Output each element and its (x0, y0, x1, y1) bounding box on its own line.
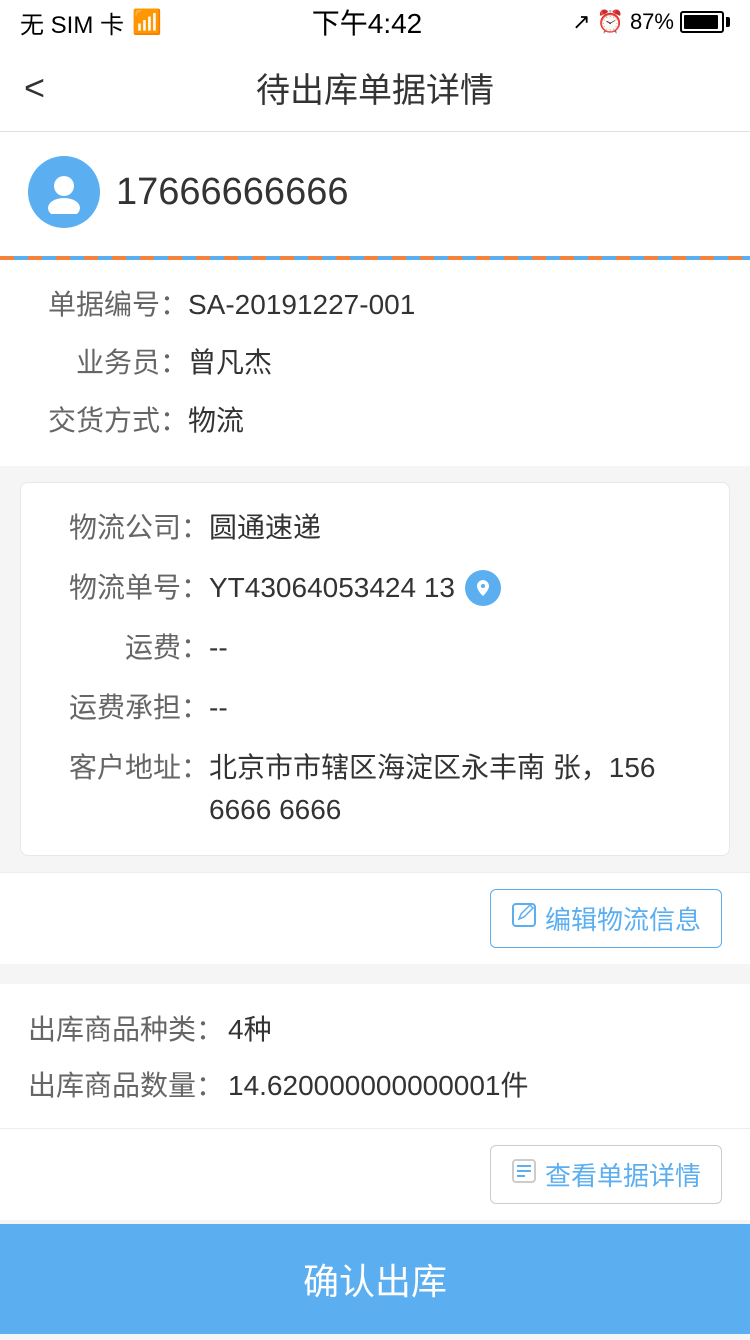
edit-logistics-section: 编辑物流信息 (0, 872, 750, 964)
wifi-icon: 📶 (132, 8, 162, 37)
confirm-button-label: 确认出库 (303, 1253, 447, 1305)
view-detail-section: 查看单据详情 (0, 1128, 750, 1220)
dashed-divider (0, 252, 750, 260)
logistics-company-value: 圆通速递 (209, 507, 701, 549)
freight-value: -- (209, 627, 701, 669)
confirm-bar[interactable]: 确认出库 (0, 1224, 750, 1334)
salesperson-row: 业务员： 曾凡杰 (28, 342, 722, 384)
freight-bear-label: 运费承担： (49, 687, 209, 729)
doc-number-value: SA-20191227-001 (188, 284, 722, 326)
tracking-number-label: 物流单号： (49, 567, 209, 609)
section-divider (0, 964, 750, 984)
logistics-card: 物流公司： 圆通速递 物流单号： YT43064053424 13 运费： --… (20, 482, 730, 856)
main-content: 17666666666 单据编号： SA-20191227-001 业务员： 曾… (0, 132, 750, 1340)
customer-address-value: 北京市市辖区海淀区永丰南 张，156 6666 6666 (209, 747, 701, 831)
battery-percent: 87% (630, 9, 674, 35)
delivery-method-value: 物流 (188, 400, 722, 442)
salesperson-label: 业务员： (28, 342, 188, 384)
nav-bar: < 待出库单据详情 (0, 44, 750, 132)
track-location-icon[interactable] (465, 570, 501, 606)
freight-row: 运费： -- (49, 627, 701, 669)
goods-types-value: 4种 (228, 1008, 272, 1048)
tracking-number-value: YT43064053424 13 (209, 567, 701, 609)
back-button[interactable]: < (24, 67, 45, 109)
customer-section: 17666666666 (0, 132, 750, 252)
view-detail-label: 查看单据详情 (545, 1156, 701, 1193)
document-info-section: 单据编号： SA-20191227-001 业务员： 曾凡杰 交货方式： 物流 (0, 260, 750, 466)
edit-logistics-label: 编辑物流信息 (545, 900, 701, 937)
status-right: ↗ ⏰ 87% (572, 9, 730, 35)
goods-types-row: 出库商品种类： 4种 (28, 1008, 722, 1048)
goods-types-label: 出库商品种类： (28, 1008, 228, 1048)
customer-address-row: 客户地址： 北京市市辖区海淀区永丰南 张，156 6666 6666 (49, 747, 701, 831)
delivery-method-row: 交货方式： 物流 (28, 400, 722, 442)
page-title: 待出库单据详情 (256, 63, 494, 112)
freight-bear-value: -- (209, 687, 701, 729)
customer-address-label: 客户地址： (49, 747, 209, 789)
status-bar: 无 SIM 卡 📶 下午4:42 ↗ ⏰ 87% (0, 0, 750, 44)
list-icon (511, 1158, 537, 1191)
goods-quantity-row: 出库商品数量： 14.620000000000001件 (28, 1064, 722, 1104)
customer-phone: 17666666666 (116, 171, 348, 214)
delivery-method-label: 交货方式： (28, 400, 188, 442)
time-label: 下午4:42 (312, 2, 423, 42)
battery-icon (680, 11, 730, 33)
edit-icon (511, 902, 537, 935)
carrier-label: 无 SIM 卡 (20, 5, 124, 40)
goods-quantity-value: 14.620000000000001件 (228, 1064, 529, 1104)
goods-section: 出库商品种类： 4种 出库商品数量： 14.620000000000001件 (0, 984, 750, 1128)
freight-bear-row: 运费承担： -- (49, 687, 701, 729)
doc-number-label: 单据编号： (28, 284, 188, 326)
goods-quantity-label: 出库商品数量： (28, 1064, 228, 1104)
edit-logistics-button[interactable]: 编辑物流信息 (490, 889, 722, 948)
location-status-icon: ↗ (572, 9, 590, 35)
avatar (28, 156, 100, 228)
logistics-company-label: 物流公司： (49, 507, 209, 549)
doc-number-row: 单据编号： SA-20191227-001 (28, 284, 722, 326)
salesperson-value: 曾凡杰 (188, 342, 722, 384)
person-icon (42, 170, 86, 214)
view-detail-button[interactable]: 查看单据详情 (490, 1145, 722, 1204)
alarm-icon: ⏰ (597, 9, 624, 35)
tracking-number-row: 物流单号： YT43064053424 13 (49, 567, 701, 609)
status-left: 无 SIM 卡 📶 (20, 5, 162, 40)
freight-label: 运费： (49, 627, 209, 669)
logistics-company-row: 物流公司： 圆通速递 (49, 507, 701, 549)
